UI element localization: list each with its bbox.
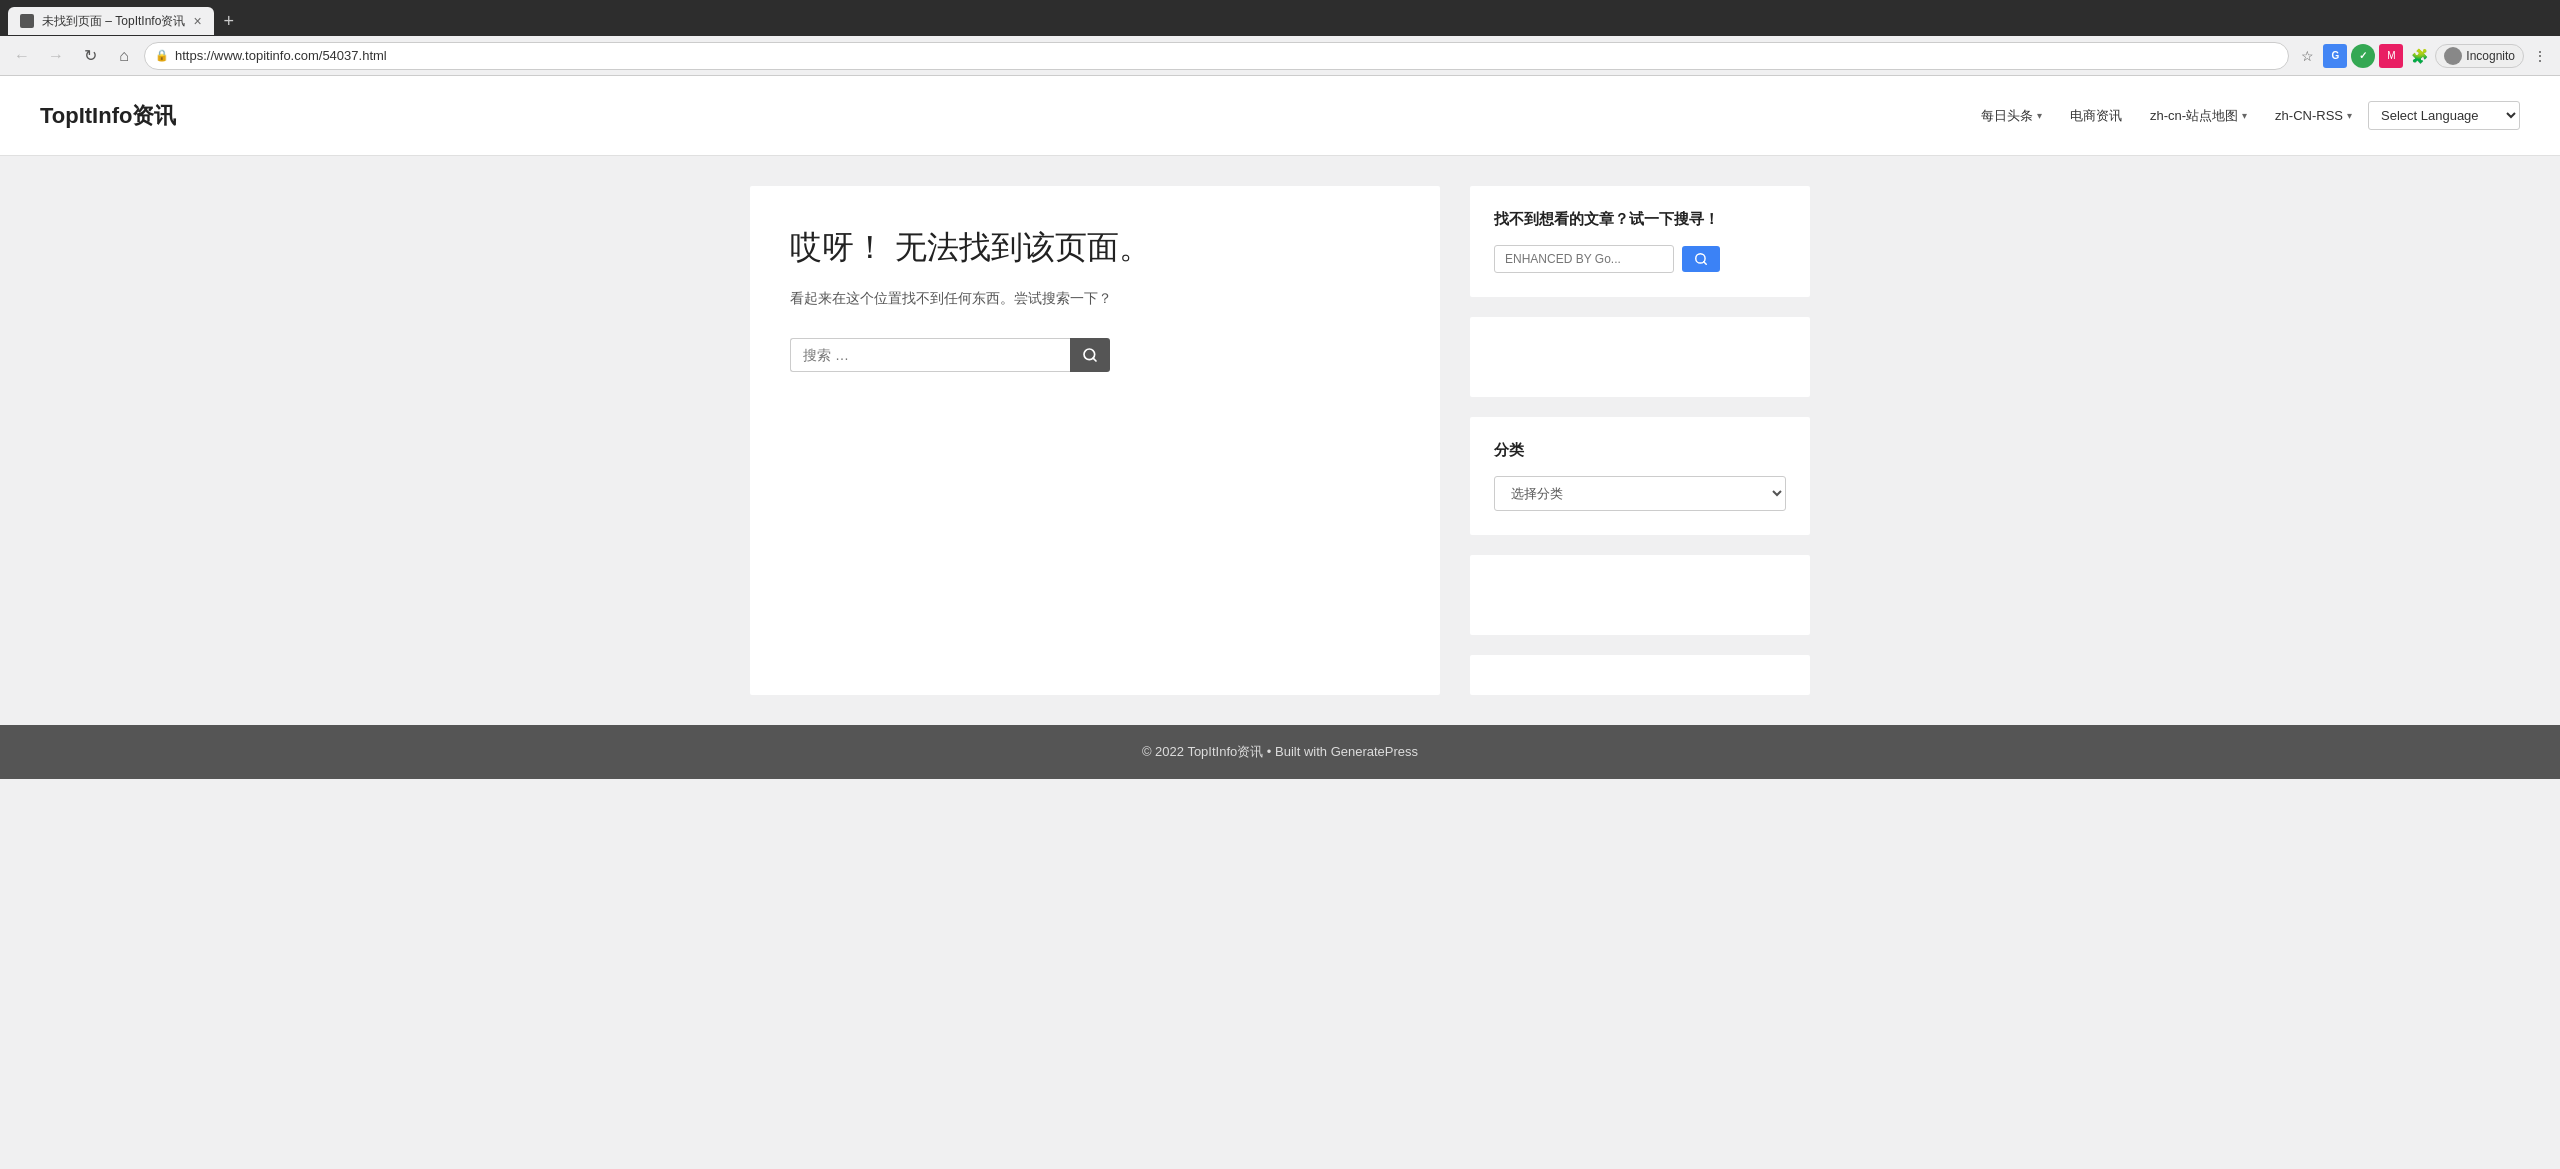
profile-button[interactable]: Incognito [2435, 44, 2524, 68]
chevron-down-icon-1: ▾ [2037, 110, 2042, 121]
error-desc: 看起来在这个位置找不到任何东西。尝试搜索一下？ [790, 290, 1400, 308]
site-content: 哎呀！ 无法找到该页面。 看起来在这个位置找不到任何东西。尝试搜索一下？ 找不到… [730, 156, 1830, 725]
browser-toolbar: ← → ↻ ⌂ 🔒 https://www.topitinfo.com/5403… [0, 36, 2560, 76]
profile-label: Incognito [2466, 49, 2515, 63]
search-icon-sidebar [1694, 252, 1708, 266]
extension-icon-1[interactable]: G [2323, 44, 2347, 68]
tab-close-button[interactable]: × [193, 14, 201, 28]
category-heading: 分类 [1494, 441, 1786, 460]
nav-daily-headline[interactable]: 每日头条 ▾ [1969, 101, 2054, 131]
browser-tabs: 未找到页面 – TopItInfo资讯 × + [0, 0, 2560, 36]
menu-icon[interactable]: ⋮ [2528, 44, 2552, 68]
main-search-button[interactable] [1070, 338, 1110, 372]
category-select[interactable]: 选择分类 [1494, 476, 1786, 511]
main-search-input[interactable] [790, 338, 1070, 372]
extension-icon-2[interactable]: ✓ [2351, 44, 2375, 68]
error-title: 哎呀！ 无法找到该页面。 [790, 226, 1400, 270]
tab-favicon [20, 14, 34, 28]
google-search-button[interactable] [1682, 246, 1720, 272]
sidebar-empty-widget-1 [1470, 317, 1810, 397]
main-area: 哎呀！ 无法找到该页面。 看起来在这个位置找不到任何东西。尝试搜索一下？ [750, 186, 1440, 695]
nav-ecommerce[interactable]: 电商资讯 [2058, 101, 2134, 131]
avatar [2444, 47, 2462, 65]
active-tab[interactable]: 未找到页面 – TopItInfo资讯 × [8, 7, 214, 35]
svg-line-3 [1704, 262, 1707, 265]
new-tab-button[interactable]: + [218, 9, 241, 34]
extension-icon-4[interactable]: 🧩 [2407, 44, 2431, 68]
sidebar-search-heading: 找不到想看的文章？试一下搜寻！ [1494, 210, 1786, 229]
sidebar-search-widget: 找不到想看的文章？试一下搜寻！ [1470, 186, 1810, 297]
nav-sitemap[interactable]: zh-cn-站点地图 ▾ [2138, 101, 2259, 131]
tab-title: 未找到页面 – TopItInfo资讯 [42, 13, 185, 30]
sidebar-empty-widget-2 [1470, 555, 1810, 635]
site-footer: © 2022 TopItInfo资讯 • Built with Generate… [0, 725, 2560, 779]
search-icon [1082, 347, 1098, 363]
nav-rss[interactable]: zh-CN-RSS ▾ [2263, 102, 2364, 129]
site-nav: 每日头条 ▾ 电商资讯 zh-cn-站点地图 ▾ zh-CN-RSS ▾ Sel… [1969, 101, 2520, 131]
browser-frame: 未找到页面 – TopItInfo资讯 × + ← → ↻ ⌂ 🔒 https:… [0, 0, 2560, 76]
main-search-row [790, 338, 1400, 372]
site-logo: TopItInfo资讯 [40, 101, 176, 131]
sidebar: 找不到想看的文章？试一下搜寻！ 分类 选择分类 [1470, 186, 1810, 695]
url-text: https://www.topitinfo.com/54037.html [175, 48, 2278, 63]
address-bar[interactable]: 🔒 https://www.topitinfo.com/54037.html [144, 42, 2289, 70]
chevron-down-icon-3: ▾ [2347, 110, 2352, 121]
sidebar-category-widget: 分类 选择分类 [1470, 417, 1810, 535]
ssl-lock-icon: 🔒 [155, 49, 169, 62]
svg-line-1 [1093, 358, 1096, 361]
chevron-down-icon-2: ▾ [2242, 110, 2247, 121]
back-button[interactable]: ← [8, 42, 36, 70]
site-header: TopItInfo资讯 每日头条 ▾ 电商资讯 zh-cn-站点地图 ▾ zh-… [0, 76, 2560, 156]
sidebar-empty-widget-3 [1470, 655, 1810, 695]
home-button[interactable]: ⌂ [110, 42, 138, 70]
site-wrapper: TopItInfo资讯 每日头条 ▾ 电商资讯 zh-cn-站点地图 ▾ zh-… [0, 76, 2560, 1169]
reload-button[interactable]: ↻ [76, 42, 104, 70]
toolbar-right: ☆ G ✓ M 🧩 Incognito ⋮ [2295, 44, 2552, 68]
extension-icon-3[interactable]: M [2379, 44, 2403, 68]
forward-button[interactable]: → [42, 42, 70, 70]
bookmark-icon[interactable]: ☆ [2295, 44, 2319, 68]
google-search-input[interactable] [1494, 245, 1674, 273]
google-search-row [1494, 245, 1786, 273]
language-select[interactable]: Select Language English 中文 [2368, 101, 2520, 130]
footer-text: © 2022 TopItInfo资讯 • Built with Generate… [1142, 744, 1418, 759]
